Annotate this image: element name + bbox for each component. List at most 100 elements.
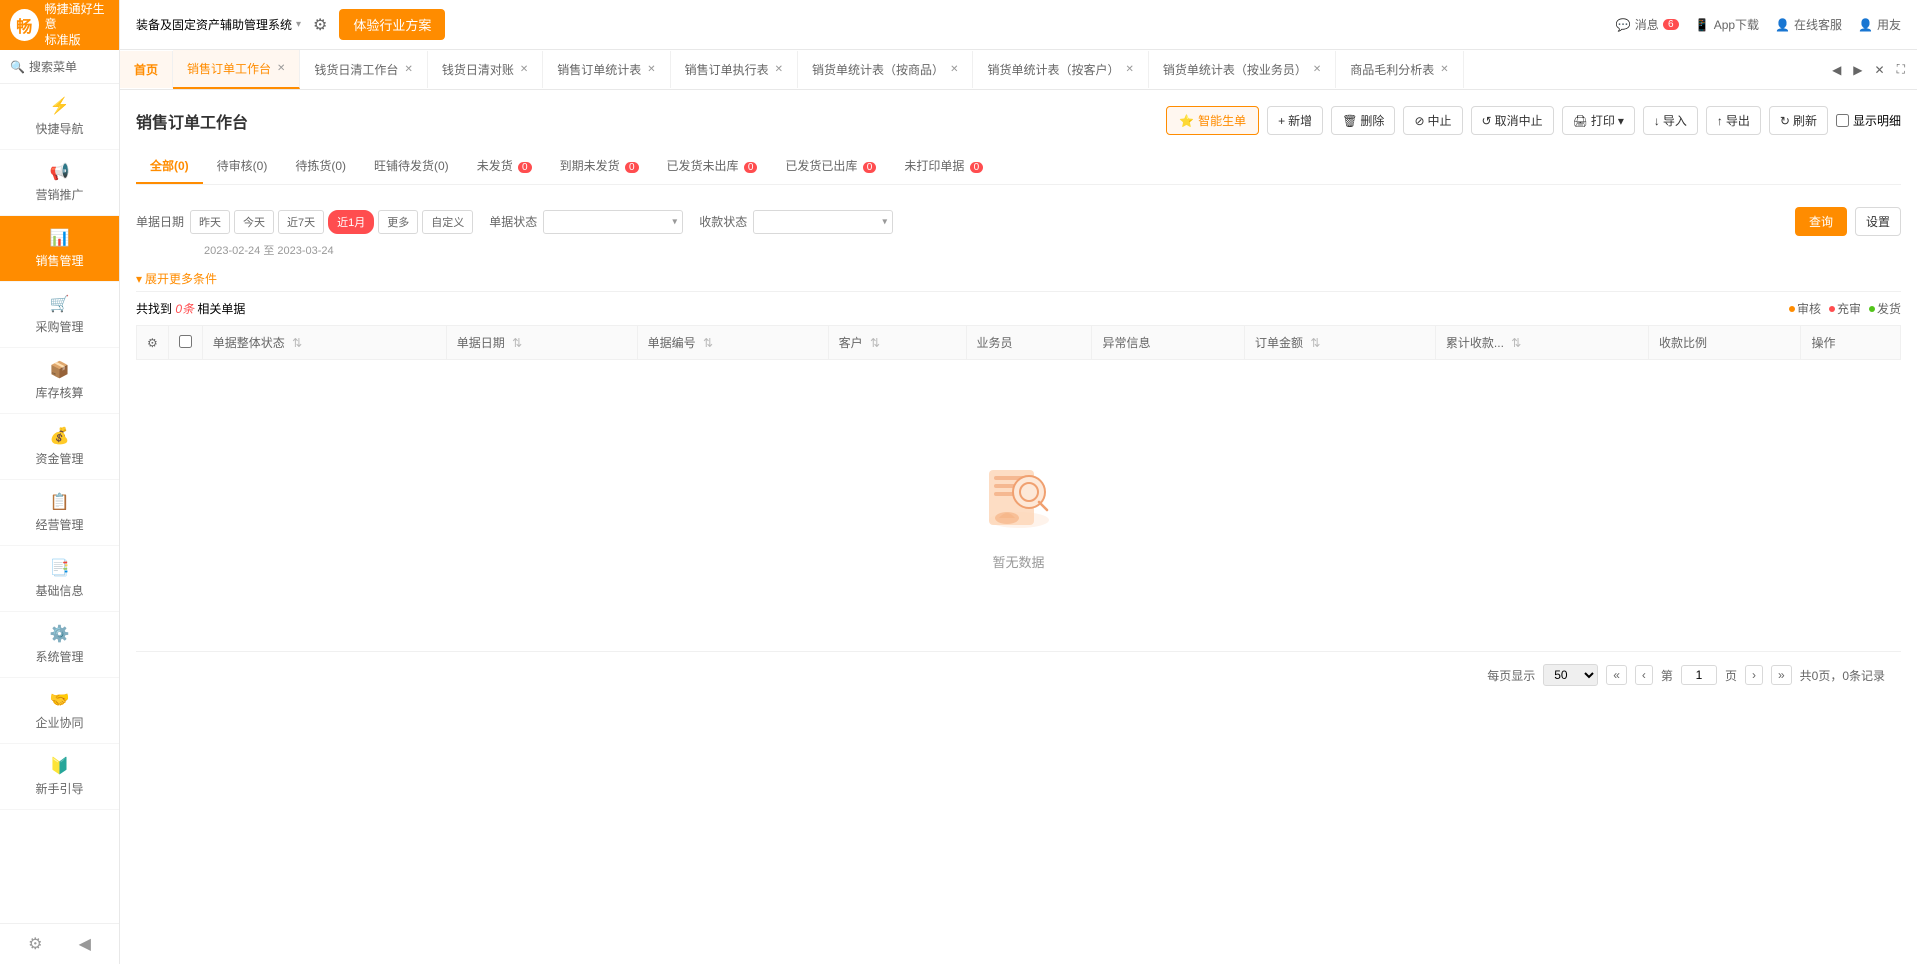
sidebar-search[interactable]: 🔍 搜索菜单 bbox=[0, 50, 119, 84]
print-btn[interactable]: 🖨 打印 ▾ bbox=[1562, 106, 1635, 135]
tab-product-margin[interactable]: 商品毛利分析表 ✕ bbox=[1336, 51, 1463, 88]
sidebar-item-system[interactable]: ⚙️ 系统管理 bbox=[0, 612, 119, 678]
filter-tab-shipped-not-out[interactable]: 已发货未出库 0 bbox=[653, 149, 772, 184]
guide-icon: 🔰 bbox=[50, 756, 70, 776]
export-btn[interactable]: ↑ 导出 bbox=[1706, 106, 1761, 135]
stop-btn[interactable]: ⊘ 中止 bbox=[1403, 106, 1462, 135]
filter-tab-overdue-not-shipped[interactable]: 到期未发货 0 bbox=[546, 149, 653, 184]
cancel-stop-btn[interactable]: ↺ 取消中止 bbox=[1471, 106, 1554, 135]
tab-sales-workbench[interactable]: 销售订单工作台 ✕ bbox=[173, 50, 300, 89]
show-detail-checkbox[interactable] bbox=[1836, 114, 1849, 127]
topbar-right: 💬 消息 6 📱 App下载 👤 在线客服 👤 用友 bbox=[1616, 16, 1901, 33]
filter-tab-wangpu[interactable]: 旺铺待发货(0) bbox=[360, 149, 463, 184]
settings-btn[interactable]: 设置 bbox=[1855, 207, 1901, 236]
last-page-btn[interactable]: » bbox=[1771, 665, 1792, 685]
sidebar-item-purchase[interactable]: 🛒 采购管理 bbox=[0, 282, 119, 348]
filter-tab-not-shipped[interactable]: 未发货 0 bbox=[463, 149, 546, 184]
date-btn-today[interactable]: 今天 bbox=[234, 210, 274, 234]
query-btn[interactable]: 查询 bbox=[1795, 207, 1847, 236]
sidebar-item-quick-nav[interactable]: ⚡ 快捷导航 bbox=[0, 84, 119, 150]
sidebar-item-marketing[interactable]: 📢 营销推广 bbox=[0, 150, 119, 216]
prev-page-btn[interactable]: ‹ bbox=[1635, 665, 1653, 685]
select-all-checkbox[interactable] bbox=[179, 335, 192, 348]
sales-icon: 📊 bbox=[50, 228, 70, 248]
finance-icon: 💰 bbox=[50, 426, 70, 446]
import-btn[interactable]: ↓ 导入 bbox=[1643, 106, 1698, 135]
date-btn-more[interactable]: 更多 bbox=[378, 210, 418, 234]
tab-sales-summary-product[interactable]: 销货单统计表（按商品） ✕ bbox=[798, 51, 973, 88]
sort-collected-icon[interactable]: ⇅ bbox=[1511, 336, 1521, 350]
delete-btn[interactable]: 🗑 删除 bbox=[1331, 106, 1395, 135]
system-title-dropdown[interactable]: 装备及固定资产辅助管理系统 ▾ bbox=[136, 16, 301, 33]
cancel-review-btn[interactable]: 充审 bbox=[1829, 300, 1861, 317]
col-customer: 客户 ⇅ bbox=[828, 326, 966, 360]
tab-sales-stats[interactable]: 销售订单统计表 ✕ bbox=[543, 51, 670, 88]
tab-close-sales-summary-staff[interactable]: ✕ bbox=[1313, 64, 1321, 75]
sidebar-item-inventory[interactable]: 📦 库存核算 bbox=[0, 348, 119, 414]
tabbar-maximize-btn[interactable]: ⛶ bbox=[1893, 58, 1909, 81]
tab-cash-daily[interactable]: 钱货日清工作台 ✕ bbox=[300, 51, 427, 88]
ship-btn[interactable]: 发货 bbox=[1869, 300, 1901, 317]
add-btn[interactable]: + 新增 bbox=[1267, 106, 1323, 135]
filter-tab-pending-review[interactable]: 待审核(0) bbox=[203, 149, 282, 184]
tab-close-sales-workbench[interactable]: ✕ bbox=[277, 63, 285, 74]
show-detail-checkbox-label[interactable]: 显示明细 bbox=[1836, 112, 1901, 129]
sort-status-icon[interactable]: ⇅ bbox=[292, 336, 302, 350]
sidebar-item-sales[interactable]: 📊 销售管理 bbox=[0, 216, 119, 282]
expand-conditions-btn[interactable]: ▾ 展开更多条件 bbox=[136, 270, 1901, 287]
sidebar-settings-btn[interactable]: ⚙ bbox=[28, 934, 42, 954]
tabbar-prev-btn[interactable]: ◀ bbox=[1828, 59, 1845, 81]
tab-close-cash-reconcile[interactable]: ✕ bbox=[520, 64, 528, 75]
sort-number-icon[interactable]: ⇅ bbox=[703, 336, 713, 350]
review-btn[interactable]: 审核 bbox=[1789, 300, 1821, 317]
app-download-btn[interactable]: 📱 App下载 bbox=[1695, 16, 1759, 33]
filter-tab-pending-inspect[interactable]: 待拣货(0) bbox=[281, 149, 360, 184]
topbar-settings-icon[interactable]: ⚙ bbox=[313, 15, 327, 35]
col-amount: 订单金额 ⇅ bbox=[1244, 326, 1435, 360]
date-btn-custom[interactable]: 自定义 bbox=[422, 210, 473, 234]
tab-sales-summary-staff[interactable]: 销货单统计表（按业务员） ✕ bbox=[1149, 51, 1336, 88]
user-menu-btn[interactable]: 👤 用友 bbox=[1858, 16, 1901, 33]
sidebar-collapse-btn[interactable]: ◀ bbox=[79, 934, 91, 954]
status-select[interactable] bbox=[543, 210, 683, 234]
filter-tab-shipped-out[interactable]: 已发货已出库 0 bbox=[771, 149, 890, 184]
tab-home[interactable]: 首页 bbox=[120, 51, 173, 88]
online-service-btn[interactable]: 👤 在线客服 bbox=[1775, 16, 1842, 33]
shipped-not-out-badge: 0 bbox=[744, 162, 758, 173]
filter-tabs: 全部(0) 待审核(0) 待拣货(0) 旺铺待发货(0) 未发货 0 到期未发货… bbox=[136, 149, 1901, 185]
trial-btn[interactable]: 体验行业方案 bbox=[339, 9, 445, 40]
tab-sales-summary-customer[interactable]: 销货单统计表（按客户） ✕ bbox=[973, 51, 1148, 88]
sidebar-item-operations[interactable]: 📋 经营管理 bbox=[0, 480, 119, 546]
sidebar-item-basic-info[interactable]: 📑 基础信息 bbox=[0, 546, 119, 612]
sidebar-item-enterprise[interactable]: 🤝 企业协同 bbox=[0, 678, 119, 744]
page-input[interactable] bbox=[1681, 665, 1717, 685]
date-btn-1month[interactable]: 近1月 bbox=[328, 210, 374, 234]
tab-close-cash-daily[interactable]: ✕ bbox=[404, 64, 412, 75]
filter-tab-all[interactable]: 全部(0) bbox=[136, 149, 203, 184]
sort-customer-icon[interactable]: ⇅ bbox=[870, 336, 880, 350]
date-btn-7days[interactable]: 近7天 bbox=[278, 210, 324, 234]
payment-select[interactable] bbox=[753, 210, 893, 234]
next-page-btn[interactable]: › bbox=[1745, 665, 1763, 685]
smart-generate-btn[interactable]: ⭐ 智能生单 bbox=[1166, 106, 1259, 135]
tab-sales-exec[interactable]: 销售订单执行表 ✕ bbox=[671, 51, 798, 88]
date-btn-yesterday[interactable]: 昨天 bbox=[190, 210, 230, 234]
sort-amount-icon[interactable]: ⇅ bbox=[1310, 336, 1320, 350]
tab-close-sales-summary-product[interactable]: ✕ bbox=[950, 64, 958, 75]
per-page-select[interactable]: 50 10 20 100 bbox=[1543, 664, 1598, 686]
tab-close-sales-summary-customer[interactable]: ✕ bbox=[1125, 64, 1133, 75]
table-gear-col[interactable]: ⚙ bbox=[137, 326, 169, 360]
tabbar-next-btn[interactable]: ▶ bbox=[1849, 59, 1866, 81]
sidebar-item-guide[interactable]: 🔰 新手引导 bbox=[0, 744, 119, 810]
tab-close-sales-exec[interactable]: ✕ bbox=[775, 64, 783, 75]
tabbar-close-all-btn[interactable]: ✕ bbox=[1871, 59, 1889, 81]
first-page-btn[interactable]: « bbox=[1606, 665, 1627, 685]
sidebar-item-finance[interactable]: 💰 资金管理 bbox=[0, 414, 119, 480]
tab-close-product-margin[interactable]: ✕ bbox=[1440, 64, 1448, 75]
refresh-btn[interactable]: ↻ 刷新 bbox=[1769, 106, 1828, 135]
sort-date-icon[interactable]: ⇅ bbox=[512, 336, 522, 350]
tab-close-sales-stats[interactable]: ✕ bbox=[647, 64, 655, 75]
tab-cash-reconcile[interactable]: 钱货日清对账 ✕ bbox=[428, 51, 543, 88]
message-btn[interactable]: 💬 消息 6 bbox=[1616, 16, 1679, 33]
filter-tab-not-printed[interactable]: 未打印单据 0 bbox=[890, 149, 997, 184]
